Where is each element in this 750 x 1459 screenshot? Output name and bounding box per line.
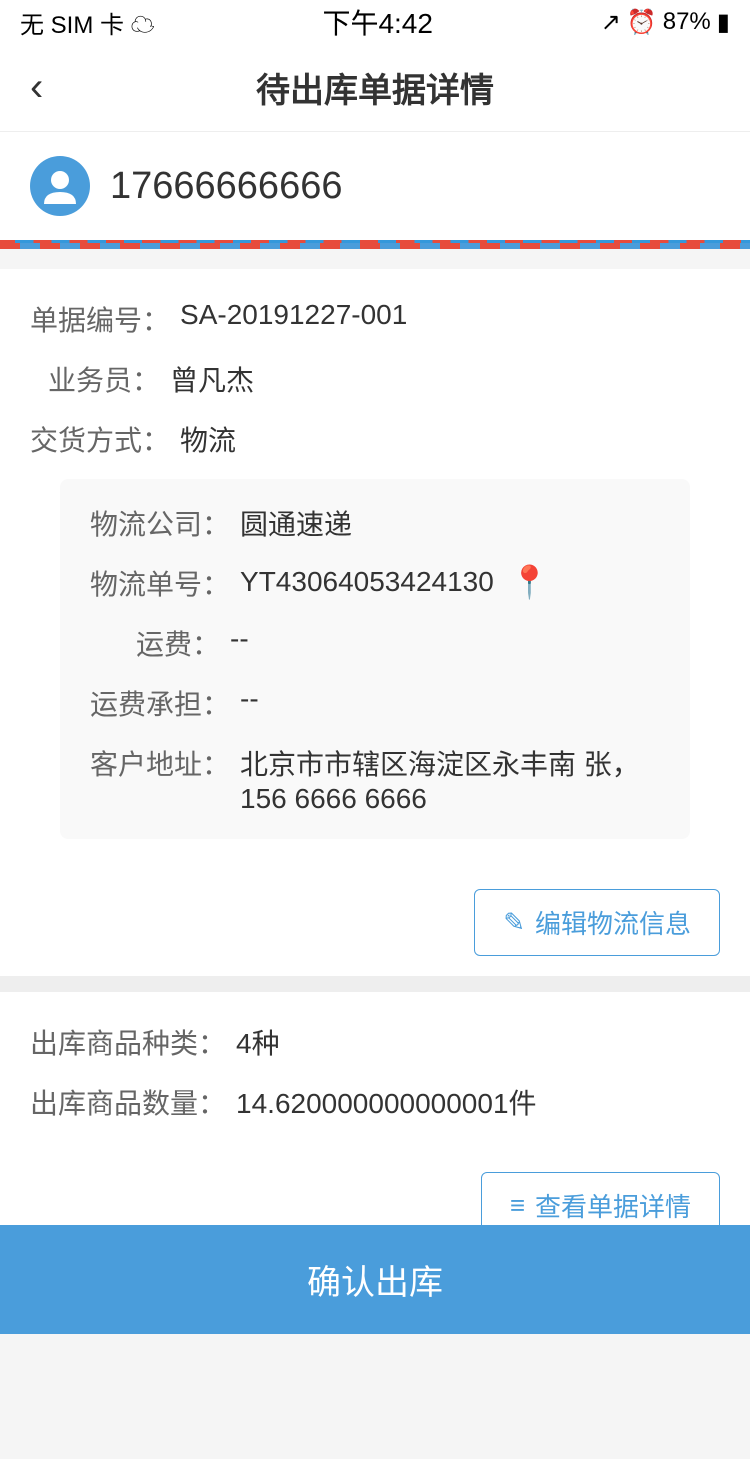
person-icon: [40, 166, 80, 206]
goods-quantity-label: 出库商品数量：: [30, 1082, 236, 1122]
address-value: 北京市市辖区海淀区永丰南 张，156 6666 6666: [240, 743, 660, 815]
goods-quantity-row: 出库商品数量： 14.620000000000001件: [30, 1082, 720, 1122]
battery-level: 87%: [663, 8, 711, 36]
order-number-value: SA-20191227-001: [180, 299, 720, 331]
order-number-label: 单据编号：: [30, 299, 180, 339]
address-row: 客户地址： 北京市市辖区海淀区永丰南 张，156 6666 6666: [90, 743, 660, 815]
goods-types-label: 出库商品种类：: [30, 1022, 236, 1062]
freight-label: 运费：: [90, 623, 230, 663]
sim-status: 无 SIM 卡 ☁: [20, 5, 155, 40]
edit-logistics-label: 编辑物流信息: [535, 904, 691, 941]
location-status-icon: ↗: [601, 8, 621, 37]
order-info-section: 单据编号： SA-20191227-001 业务员： 曾凡杰 交货方式： 物流 …: [0, 269, 750, 869]
freight-bearer-label: 运费承担：: [90, 683, 240, 723]
view-details-label: 查看单据详情: [535, 1187, 691, 1224]
logistics-company-value: 圆通速递: [240, 503, 660, 543]
goods-section: 出库商品种类： 4种 出库商品数量： 14.620000000000001件: [0, 992, 750, 1152]
edit-logistics-button[interactable]: ✎ 编辑物流信息: [474, 889, 720, 956]
map-pin-icon[interactable]: 📍: [510, 563, 550, 601]
sales-rep-label: 业务员：: [30, 359, 170, 399]
sales-rep-row: 业务员： 曾凡杰: [30, 359, 720, 399]
goods-quantity-value: 14.620000000000001件: [236, 1082, 720, 1122]
status-time: 下午4:42: [322, 2, 433, 42]
freight-row: 运费： --: [90, 623, 660, 663]
logistics-company-label: 物流公司：: [90, 503, 240, 543]
tracking-number-row: 物流单号： YT43064053424130 📍: [90, 563, 660, 603]
logistics-company-row: 物流公司： 圆通速递: [90, 503, 660, 543]
alarm-icon: ⏰: [627, 8, 657, 37]
page-title: 待出库单据详情: [256, 63, 494, 112]
delivery-method-value: 物流: [180, 419, 720, 459]
status-bar: 无 SIM 卡 ☁ 下午4:42 ↗ ⏰ 87% ▮: [0, 0, 750, 44]
order-number-row: 单据编号： SA-20191227-001: [30, 299, 720, 339]
confirm-btn-container: 确认出库: [0, 1225, 750, 1334]
freight-bearer-row: 运费承担： --: [90, 683, 660, 723]
battery-icon: ▮: [717, 8, 730, 37]
goods-types-row: 出库商品种类： 4种: [30, 1022, 720, 1062]
address-label: 客户地址：: [90, 743, 240, 783]
confirm-outbound-button[interactable]: 确认出库: [30, 1255, 720, 1304]
nav-bar: ‹ 待出库单据详情: [0, 44, 750, 132]
goods-types-value: 4种: [236, 1022, 720, 1062]
tracking-number-value: YT43064053424130 📍: [240, 563, 660, 601]
delivery-method-label: 交货方式：: [30, 419, 180, 459]
edit-icon: ✎: [503, 907, 525, 938]
customer-header: 17666666666: [0, 132, 750, 243]
freight-bearer-value: --: [240, 683, 660, 715]
status-right: ↗ ⏰ 87% ▮: [601, 8, 730, 37]
delivery-method-row: 交货方式： 物流: [30, 419, 720, 459]
section-separator: [0, 976, 750, 992]
edit-logistics-row: ✎ 编辑物流信息: [0, 869, 750, 976]
dashed-divider: [0, 243, 750, 249]
freight-value: --: [230, 623, 660, 655]
tracking-number-label: 物流单号：: [90, 563, 240, 603]
back-button[interactable]: ‹: [30, 65, 43, 110]
logistics-card: 物流公司： 圆通速递 物流单号： YT43064053424130 📍 运费： …: [60, 479, 690, 839]
avatar: [30, 156, 90, 216]
sales-rep-value: 曾凡杰: [170, 359, 720, 399]
status-left: 无 SIM 卡 ☁: [20, 5, 155, 40]
list-icon: ≡: [510, 1190, 525, 1221]
customer-phone: 17666666666: [110, 165, 342, 208]
